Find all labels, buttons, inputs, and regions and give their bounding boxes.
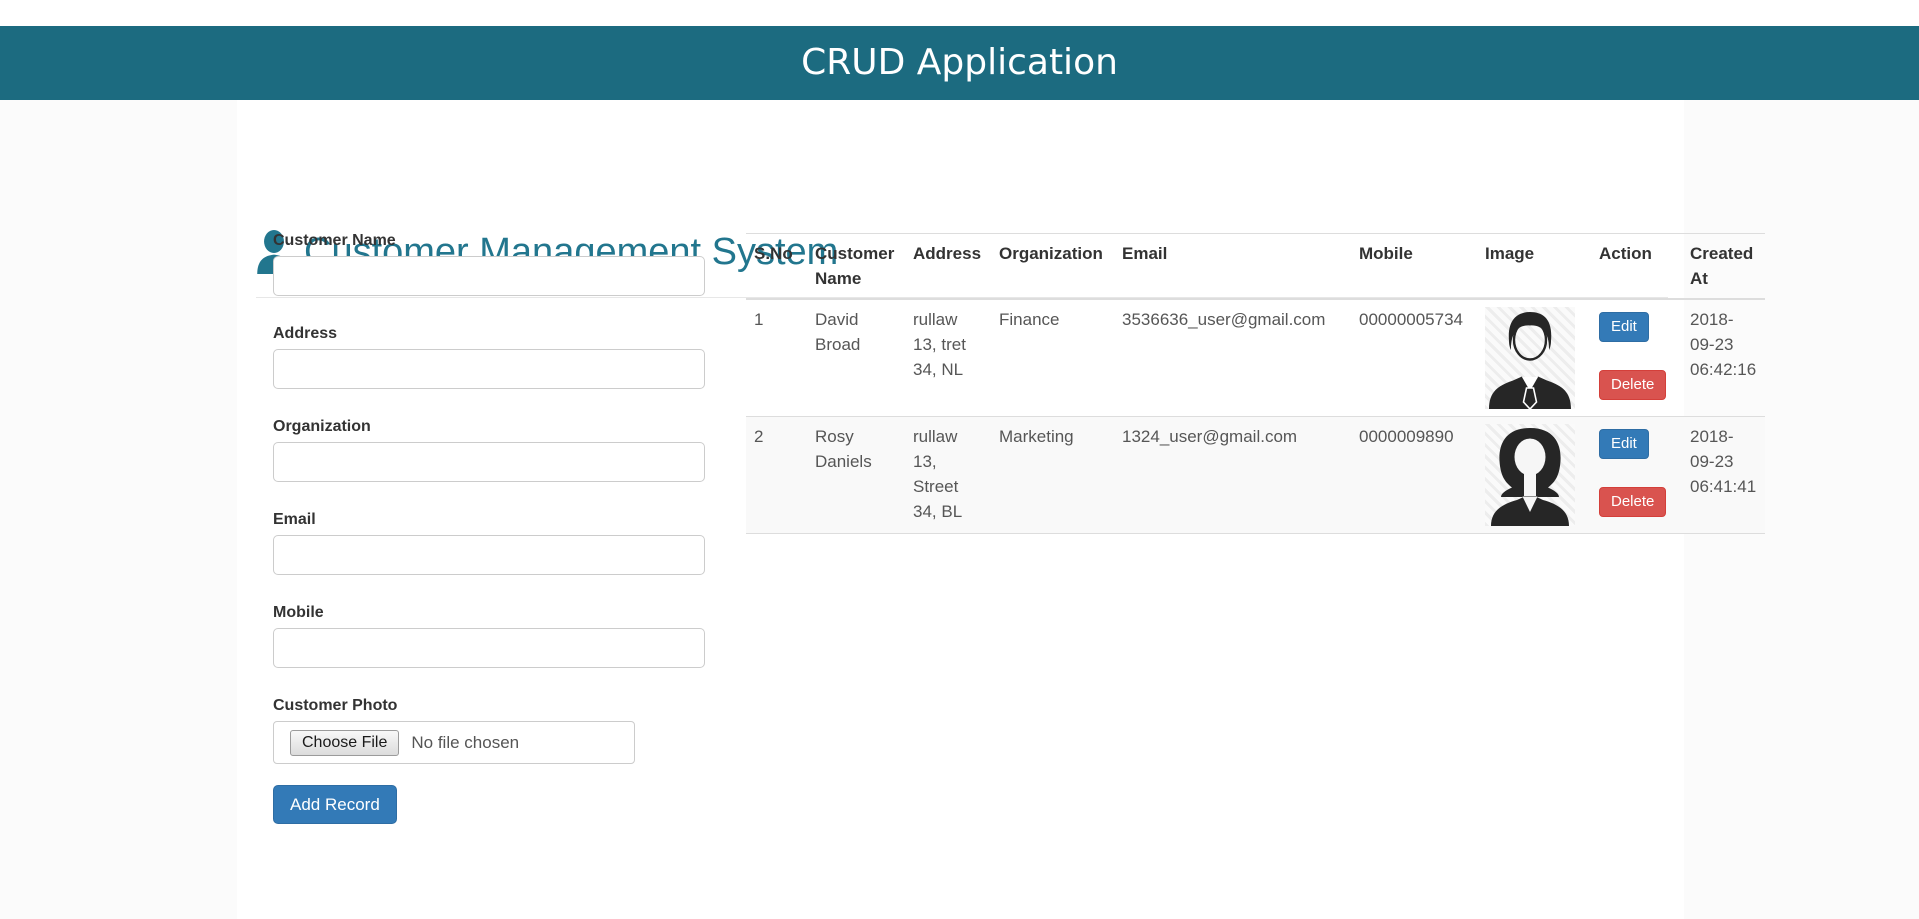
form-group: Email (273, 510, 705, 575)
photo-form-group: Customer Photo Choose File No file chose… (273, 696, 705, 764)
customer-records-table: S.No Customer Name Address Organization … (746, 233, 1765, 534)
field-label: Mobile (273, 603, 705, 622)
column-header: Address (905, 234, 991, 300)
cell-email: 1324_user@gmail.com (1114, 417, 1351, 534)
form-group: Organization (273, 417, 705, 482)
top-strip (0, 0, 1919, 26)
cell-image (1477, 417, 1591, 534)
cell-created-at: 2018-09-23 06:41:41 (1682, 417, 1765, 534)
customer-form: Customer Name Address Organization Email… (273, 231, 705, 824)
field-label: Customer Photo (273, 696, 705, 715)
cell-action: Edit Delete (1591, 417, 1682, 534)
form-input[interactable] (273, 628, 705, 668)
customer-avatar (1485, 307, 1575, 409)
cell-mobile: 0000009890 (1351, 417, 1477, 534)
column-header: Email (1114, 234, 1351, 300)
column-header: Created At (1682, 234, 1765, 300)
add-record-button[interactable]: Add Record (273, 785, 397, 824)
cell-address: rullaw 13, tret 34, NL (905, 299, 991, 417)
cell-action: Edit Delete (1591, 299, 1682, 417)
cell-address: rullaw 13, Street 34, BL (905, 417, 991, 534)
table-header-row: S.No Customer Name Address Organization … (746, 234, 1765, 300)
edit-button[interactable]: Edit (1599, 312, 1649, 342)
choose-file-button[interactable]: Choose File (290, 730, 399, 756)
form-input[interactable] (273, 442, 705, 482)
form-input[interactable] (273, 535, 705, 575)
main-container: Customer Management System Customer Name… (237, 100, 1684, 919)
form-input[interactable] (273, 256, 705, 296)
cell-mobile: 00000005734 (1351, 299, 1477, 417)
form-group: Address (273, 324, 705, 389)
cell-organization: Marketing (991, 417, 1114, 534)
field-label: Address (273, 324, 705, 343)
cell-name: David Broad (807, 299, 905, 417)
column-header: Organization (991, 234, 1114, 300)
file-input[interactable]: Choose File No file chosen (273, 721, 635, 764)
column-header: Image (1477, 234, 1591, 300)
form-group: Mobile (273, 603, 705, 668)
field-label: Email (273, 510, 705, 529)
cell-sno: 2 (746, 417, 807, 534)
cell-sno: 1 (746, 299, 807, 417)
column-header: Customer Name (807, 234, 905, 300)
cell-organization: Finance (991, 299, 1114, 417)
cell-image (1477, 299, 1591, 417)
cell-email: 3536636_user@gmail.com (1114, 299, 1351, 417)
form-group: Customer Name (273, 231, 705, 296)
app-title: CRUD Application (801, 45, 1118, 81)
table-row: 2 Rosy Daniels rullaw 13, Street 34, BL … (746, 417, 1765, 534)
delete-button[interactable]: Delete (1599, 487, 1666, 517)
field-label: Customer Name (273, 231, 705, 250)
edit-button[interactable]: Edit (1599, 429, 1649, 459)
form-input[interactable] (273, 349, 705, 389)
file-status-text: No file chosen (411, 733, 519, 753)
app-header: CRUD Application (0, 26, 1919, 100)
cell-created-at: 2018-09-23 06:42:16 (1682, 299, 1765, 417)
column-header: S.No (746, 234, 807, 300)
records-table-wrap: S.No Customer Name Address Organization … (746, 233, 1765, 534)
customer-avatar (1485, 424, 1575, 526)
table-row: 1 David Broad rullaw 13, tret 34, NL Fin… (746, 299, 1765, 417)
column-header: Mobile (1351, 234, 1477, 300)
cell-name: Rosy Daniels (807, 417, 905, 534)
delete-button[interactable]: Delete (1599, 370, 1666, 400)
column-header: Action (1591, 234, 1682, 300)
field-label: Organization (273, 417, 705, 436)
